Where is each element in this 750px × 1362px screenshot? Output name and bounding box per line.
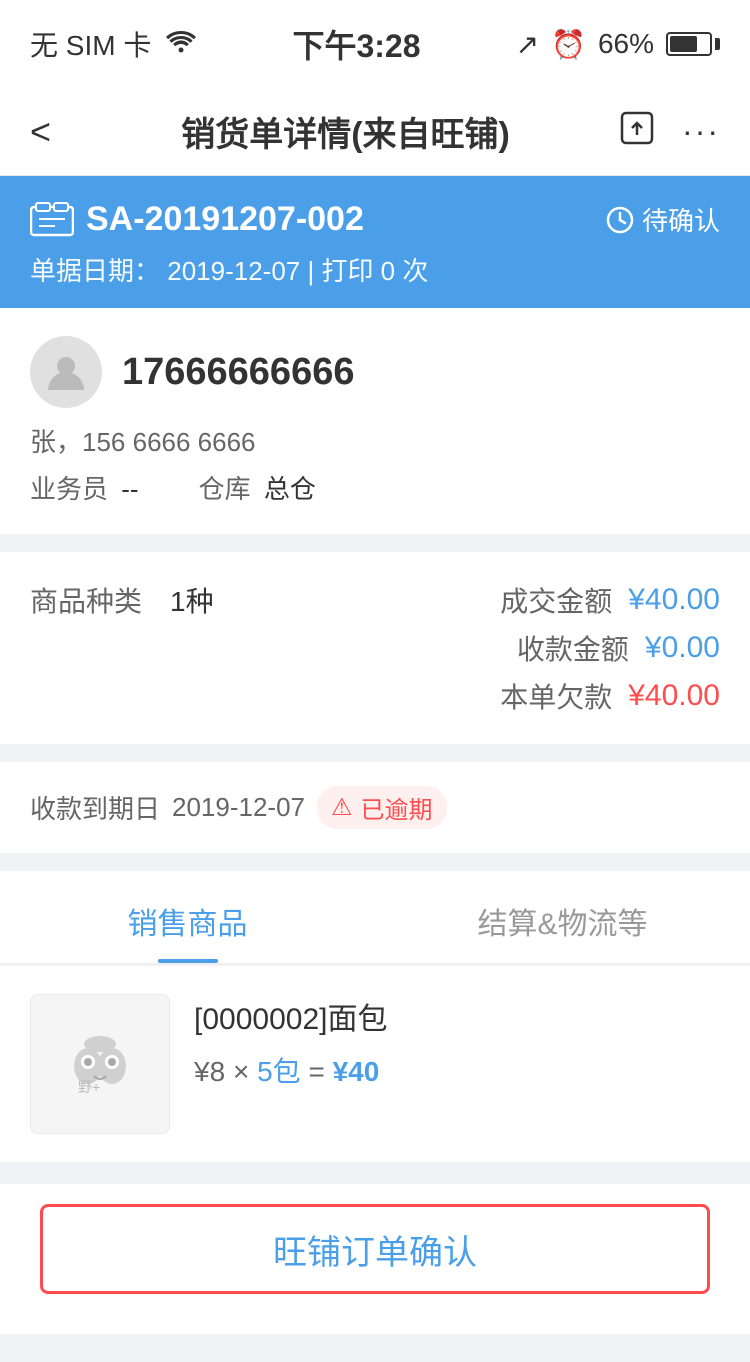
divider-3 xyxy=(0,855,750,871)
avatar xyxy=(30,336,102,408)
due-date-card: 收款到期日 2019-12-07 ⚠ 已逾期 xyxy=(0,762,750,853)
carrier-label: 无 SIM 卡 xyxy=(30,24,151,64)
page-title: 销货单详情(来自旺铺) xyxy=(71,107,620,156)
tab-products[interactable]: 销售商品 xyxy=(0,871,375,963)
warning-icon: ⚠ xyxy=(331,793,353,822)
product-section: 野+ [0000002]面包 ¥8 × 5包 = ¥40 xyxy=(0,966,750,1162)
battery-label: 66% xyxy=(598,28,654,60)
tabs-bar: 销售商品 结算&物流等 xyxy=(0,871,750,964)
warehouse-info: 仓库 总仓 xyxy=(199,469,316,506)
amount-row: 成交金额 ¥40.00 xyxy=(500,580,720,620)
customer-card: 17666666666 张，156 6666 6666 业务员 -- 仓库 总仓 xyxy=(0,308,750,534)
battery-icon xyxy=(666,32,720,56)
order-date: 单据日期： 2019-12-07 | 打印 0 次 xyxy=(30,251,720,288)
product-thumbnail: 野+ xyxy=(30,994,170,1134)
divider-1 xyxy=(0,536,750,552)
share-icon[interactable] xyxy=(620,111,654,152)
received-row: 收款金额 ¥0.00 xyxy=(517,628,720,668)
overdue-badge: ⚠ 已逾期 xyxy=(317,786,447,829)
product-price: ¥8 × 5包 = ¥40 xyxy=(194,1050,720,1090)
confirm-btn-wrap: 旺铺订单确认 xyxy=(0,1184,750,1334)
summary-amounts: 成交金额 ¥40.00 收款金额 ¥0.00 本单欠款 ¥40.00 xyxy=(500,580,720,716)
status-bar: 无 SIM 卡 下午3:28 ↗ ⏰ 66% xyxy=(0,0,750,88)
product-name: [0000002]面包 xyxy=(194,994,720,1038)
order-status: 待确认 xyxy=(606,201,720,238)
back-button[interactable]: < xyxy=(30,111,71,153)
confirm-order-button[interactable]: 旺铺订单确认 xyxy=(40,1204,710,1294)
status-time: 下午3:28 xyxy=(292,21,420,67)
wifi-icon xyxy=(165,28,197,61)
due-date-label: 收款到期日 xyxy=(30,789,160,826)
customer-meta: 业务员 -- 仓库 总仓 xyxy=(30,469,720,506)
balance-row: 本单欠款 ¥40.00 xyxy=(500,676,720,716)
tab-settlement[interactable]: 结算&物流等 xyxy=(375,871,750,963)
order-number: SA-20191207-002 xyxy=(30,200,364,239)
product-logo-icon: 野+ xyxy=(60,1034,140,1094)
status-left: 无 SIM 卡 xyxy=(30,24,197,64)
divider-2 xyxy=(0,746,750,762)
customer-name: 张，156 6666 6666 xyxy=(30,422,720,459)
customer-phone[interactable]: 17666666666 xyxy=(122,351,354,394)
nav-actions: ··· xyxy=(620,111,720,152)
status-right: ↗ ⏰ 66% xyxy=(516,28,720,61)
due-date-value: 2019-12-07 xyxy=(172,792,305,823)
alarm-icon: ⏰ xyxy=(551,28,586,61)
location-icon: ↗ xyxy=(516,28,539,61)
svg-text:野+: 野+ xyxy=(78,1079,100,1094)
order-header: SA-20191207-002 待确认 单据日期： 2019-12-07 | 打… xyxy=(0,176,750,308)
clock-icon xyxy=(606,206,634,234)
sales-info: 业务员 -- xyxy=(30,469,139,506)
more-icon[interactable]: ··· xyxy=(682,113,720,150)
nav-bar: < 销货单详情(来自旺铺) ··· xyxy=(0,88,750,176)
product-details: [0000002]面包 ¥8 × 5包 = ¥40 xyxy=(194,994,720,1090)
order-icon xyxy=(30,202,74,238)
summary-card: 商品种类 1种 成交金额 ¥40.00 收款金额 ¥0.00 本单欠款 ¥40.… xyxy=(0,552,750,744)
